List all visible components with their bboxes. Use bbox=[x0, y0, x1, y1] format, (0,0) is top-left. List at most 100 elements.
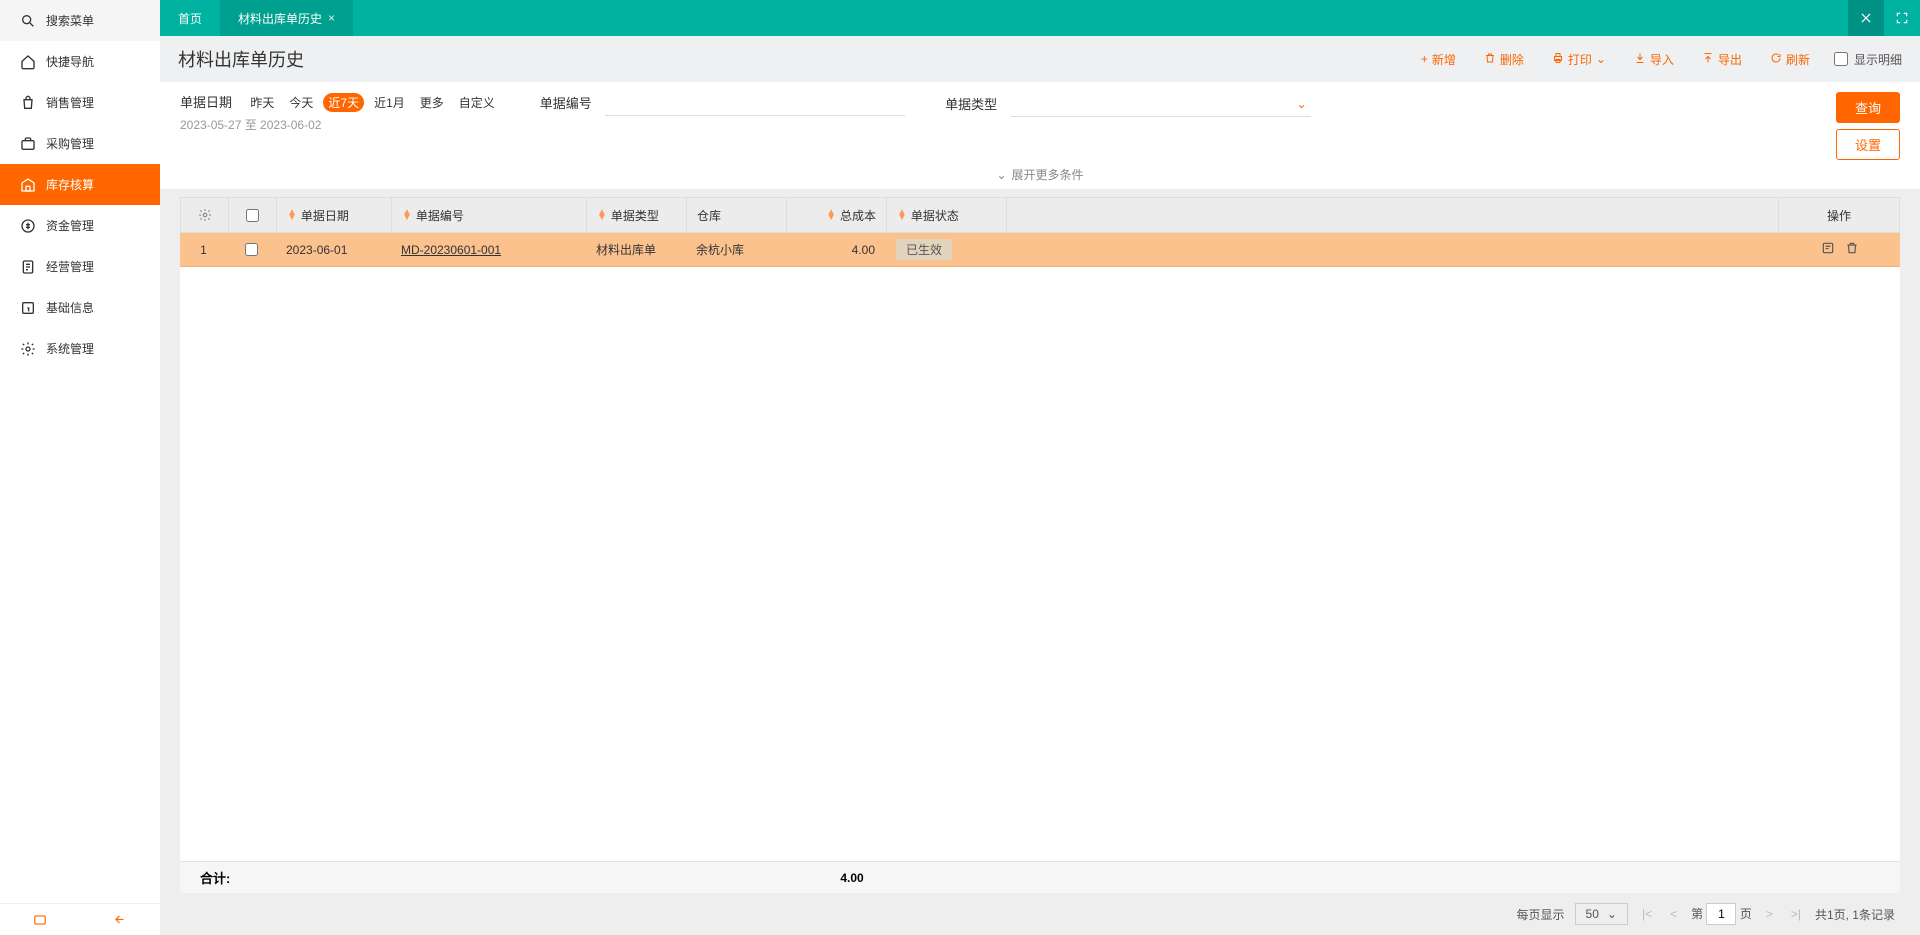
expand-conditions-button[interactable]: ⌄ 展开更多条件 bbox=[180, 160, 1900, 189]
select-all-checkbox[interactable] bbox=[229, 198, 277, 232]
last-page-button[interactable]: >| bbox=[1787, 907, 1805, 921]
sidebar-item-label: 经营管理 bbox=[46, 258, 94, 275]
table-body: 1 2023-06-01 MD-20230601-001 材料出库单 余杭小库 … bbox=[180, 233, 1900, 861]
column-settings-button[interactable] bbox=[181, 198, 229, 232]
tab-home[interactable]: 首页 bbox=[160, 0, 220, 36]
data-table: ▲▼单据日期 ▲▼单据编号 ▲▼单据类型 仓库 ▲▼总成本 ▲▼单据状态 操作 … bbox=[180, 197, 1900, 861]
date-range-options: 昨天 今天 近7天 近1月 更多 自定义 bbox=[245, 93, 499, 112]
sidebar-footer bbox=[0, 903, 160, 935]
print-icon bbox=[1552, 52, 1564, 67]
sidebar-item-label: 系统管理 bbox=[46, 340, 94, 357]
search-icon bbox=[20, 13, 36, 29]
tab-material-outbound-history[interactable]: 材料出库单历史 × bbox=[220, 0, 353, 36]
warehouse-icon bbox=[20, 177, 36, 193]
report-icon bbox=[20, 259, 36, 275]
add-button[interactable]: +新增 bbox=[1417, 51, 1460, 68]
totals-label: 合计: bbox=[180, 868, 230, 887]
doctype-select[interactable]: ⌄ bbox=[1011, 92, 1311, 117]
page-header: 材料出库单历史 +新增 删除 打印 ⌄ 导入 导出 刷新 显示明细 bbox=[160, 36, 1920, 82]
row-checkbox[interactable] bbox=[228, 233, 276, 266]
refresh-icon bbox=[1770, 52, 1782, 67]
print-button[interactable]: 打印 ⌄ bbox=[1548, 51, 1610, 68]
col-header-ops: 操作 bbox=[1779, 198, 1899, 232]
sidebar-item-inventory[interactable]: 库存核算 bbox=[0, 164, 160, 205]
home-icon bbox=[20, 54, 36, 70]
cell-date: 2023-06-01 bbox=[276, 233, 391, 266]
sort-icon: ▲▼ bbox=[402, 210, 412, 220]
sidebar-footer-btn-2[interactable] bbox=[80, 904, 160, 935]
chevron-down-icon: ⌄ bbox=[1596, 52, 1606, 66]
page-input[interactable] bbox=[1706, 903, 1736, 925]
fullscreen-button[interactable] bbox=[1884, 0, 1920, 36]
sort-icon: ▲▼ bbox=[826, 210, 836, 220]
cell-status: 已生效 bbox=[886, 233, 1006, 266]
table-header: ▲▼单据日期 ▲▼单据编号 ▲▼单据类型 仓库 ▲▼总成本 ▲▼单据状态 操作 bbox=[180, 197, 1900, 233]
col-header-status[interactable]: ▲▼单据状态 bbox=[887, 198, 1007, 232]
status-badge: 已生效 bbox=[896, 239, 952, 260]
sidebar-item-label: 资金管理 bbox=[46, 217, 94, 234]
chevron-down-icon: ⌄ bbox=[1607, 907, 1617, 921]
date-opt-custom[interactable]: 自定义 bbox=[454, 93, 500, 112]
sort-icon: ▲▼ bbox=[897, 210, 907, 220]
show-detail-label: 显示明细 bbox=[1854, 51, 1902, 68]
settings-button[interactable]: 设置 bbox=[1836, 129, 1900, 160]
col-header-warehouse[interactable]: 仓库 bbox=[687, 198, 787, 232]
money-icon bbox=[20, 218, 36, 234]
sidebar: 搜索菜单 快捷导航 销售管理 采购管理 库存核算 资金管理 经营管理 bbox=[0, 0, 160, 935]
col-header-cost[interactable]: ▲▼总成本 bbox=[787, 198, 887, 232]
col-header-docno[interactable]: ▲▼单据编号 bbox=[392, 198, 587, 232]
cell-ops bbox=[1780, 233, 1900, 266]
date-opt-today[interactable]: 今天 bbox=[284, 93, 318, 112]
prev-page-button[interactable]: < bbox=[1666, 907, 1681, 921]
per-page-label: 每页显示 bbox=[1517, 906, 1565, 923]
view-icon[interactable] bbox=[1821, 241, 1835, 258]
trash-icon bbox=[1484, 52, 1496, 67]
main: 首页 材料出库单历史 × 材料出库单历史 +新增 删除 打印 ⌄ 导入 bbox=[160, 0, 1920, 935]
show-detail-input[interactable] bbox=[1834, 52, 1848, 66]
date-range-text: 2023-05-27 至 2023-06-02 bbox=[180, 116, 500, 133]
sidebar-item-system[interactable]: 系统管理 bbox=[0, 328, 160, 369]
next-page-button[interactable]: > bbox=[1762, 907, 1777, 921]
per-page-select[interactable]: 50 ⌄ bbox=[1575, 903, 1628, 925]
first-page-button[interactable]: |< bbox=[1638, 907, 1656, 921]
show-detail-checkbox[interactable]: 显示明细 bbox=[1834, 51, 1902, 68]
refresh-button[interactable]: 刷新 bbox=[1766, 51, 1814, 68]
date-opt-last7[interactable]: 近7天 bbox=[323, 93, 364, 112]
col-header-type[interactable]: ▲▼单据类型 bbox=[587, 198, 687, 232]
date-opt-yesterday[interactable]: 昨天 bbox=[245, 93, 279, 112]
sidebar-footer-btn-1[interactable] bbox=[0, 904, 80, 935]
info-icon bbox=[20, 300, 36, 316]
sidebar-item-funds[interactable]: 资金管理 bbox=[0, 205, 160, 246]
import-button[interactable]: 导入 bbox=[1630, 51, 1678, 68]
sidebar-item-search[interactable]: 搜索菜单 bbox=[0, 0, 160, 41]
col-header-spacer bbox=[1007, 198, 1779, 232]
pager-summary: 共1页, 1条记录 bbox=[1815, 906, 1895, 923]
trash-icon[interactable] bbox=[1845, 241, 1859, 258]
sidebar-item-purchase[interactable]: 采购管理 bbox=[0, 123, 160, 164]
export-button[interactable]: 导出 bbox=[1698, 51, 1746, 68]
docno-input[interactable] bbox=[605, 92, 905, 116]
query-button[interactable]: 查询 bbox=[1836, 92, 1900, 123]
table-row[interactable]: 1 2023-06-01 MD-20230601-001 材料出库单 余杭小库 … bbox=[180, 233, 1900, 267]
import-icon bbox=[1634, 52, 1646, 67]
date-opt-last1m[interactable]: 近1月 bbox=[369, 93, 410, 112]
doctype-input[interactable] bbox=[1011, 92, 1281, 116]
close-all-tabs-button[interactable] bbox=[1848, 0, 1884, 36]
sidebar-item-label: 搜索菜单 bbox=[46, 12, 94, 29]
date-opt-more[interactable]: 更多 bbox=[415, 93, 449, 112]
briefcase-icon bbox=[20, 136, 36, 152]
filter-docno-label: 单据编号 bbox=[540, 94, 592, 111]
filter-docno: 单据编号 bbox=[540, 92, 905, 116]
sidebar-item-sales[interactable]: 销售管理 bbox=[0, 82, 160, 123]
sort-icon: ▲▼ bbox=[597, 210, 607, 220]
totals-cost: 4.00 bbox=[840, 871, 863, 885]
sidebar-item-quicknav[interactable]: 快捷导航 bbox=[0, 41, 160, 82]
sidebar-item-operation[interactable]: 经营管理 bbox=[0, 246, 160, 287]
col-header-date[interactable]: ▲▼单据日期 bbox=[277, 198, 392, 232]
sidebar-item-label: 库存核算 bbox=[46, 176, 94, 193]
delete-button[interactable]: 删除 bbox=[1480, 51, 1528, 68]
close-icon[interactable]: × bbox=[328, 11, 335, 25]
docno-link[interactable]: MD-20230601-001 bbox=[401, 243, 501, 257]
sidebar-item-label: 采购管理 bbox=[46, 135, 94, 152]
sidebar-item-basicinfo[interactable]: 基础信息 bbox=[0, 287, 160, 328]
